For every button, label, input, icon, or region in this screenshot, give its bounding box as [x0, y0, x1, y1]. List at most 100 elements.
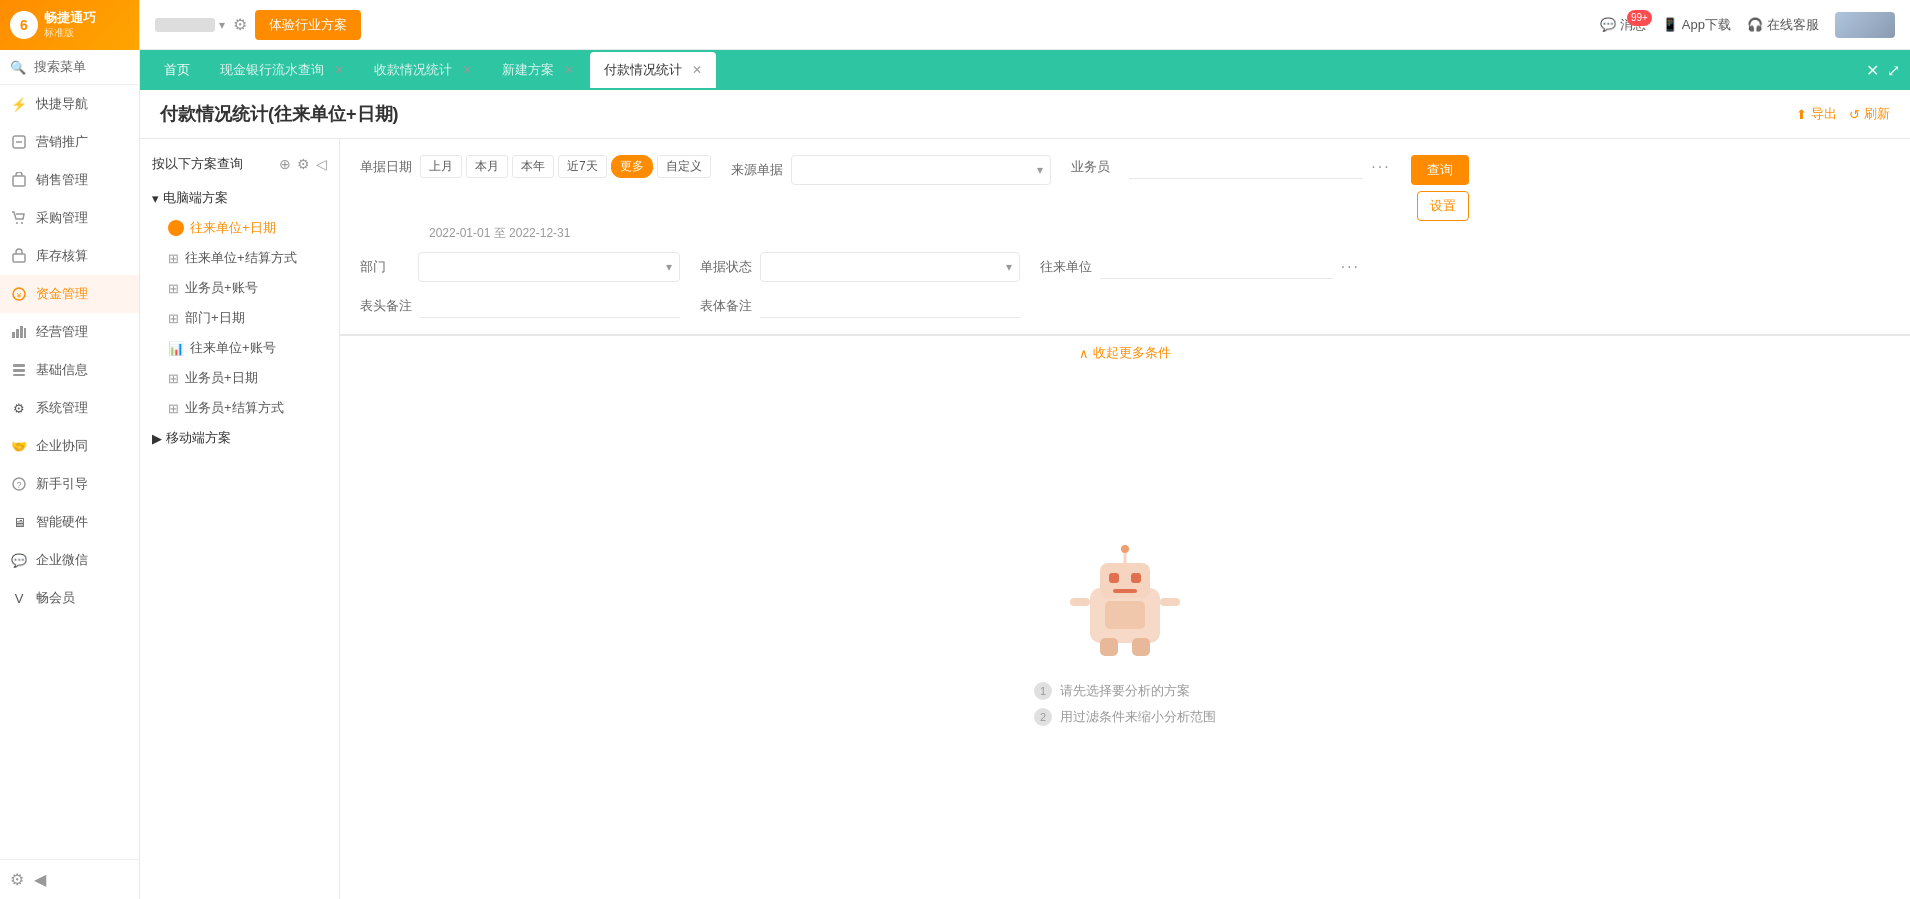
add-scheme-btn[interactable]: ⊕: [279, 156, 291, 172]
refresh-icon: ↺: [1849, 107, 1860, 122]
empty-tip-2: 2 用过滤条件来缩小分析范围: [1034, 708, 1216, 726]
empty-tip-1: 1 请先选择要分析的方案: [1034, 682, 1216, 700]
expand-icon: ▶: [152, 431, 162, 446]
sidebar-nav-label: 新手引导: [36, 475, 88, 493]
topbar: ▾ ⚙ 体验行业方案 💬 消息 99+ 📱 App下载 🎧 在线客服: [140, 0, 1910, 50]
collapse-bar[interactable]: ∧ 收起更多条件: [340, 335, 1910, 370]
date-btn-this-month[interactable]: 本月: [466, 155, 508, 178]
tab-income-stat-close[interactable]: ✕: [462, 63, 472, 77]
sidebar-item-hardware[interactable]: 🖥 智能硬件: [0, 503, 139, 541]
scheme-item-label: 往来单位+账号: [190, 339, 276, 357]
scheme-item-unit-settle[interactable]: ⊞ 往来单位+结算方式: [140, 243, 339, 273]
tab-home[interactable]: 首页: [150, 52, 204, 88]
sidebar-nav-label: 畅会员: [36, 589, 75, 607]
refresh-btn[interactable]: ↺ 刷新: [1849, 105, 1890, 123]
sidebar-item-purchase[interactable]: 采购管理: [0, 199, 139, 237]
trial-btn[interactable]: 体验行业方案: [255, 10, 361, 40]
tab-new-scheme-close[interactable]: ✕: [564, 63, 574, 77]
topbar-settings-btn[interactable]: ⚙: [233, 15, 247, 34]
date-btn-last-month[interactable]: 上月: [420, 155, 462, 178]
svg-rect-25: [1100, 638, 1118, 656]
scheme-settings-btn[interactable]: ⚙: [297, 156, 310, 172]
sidebar-item-finance[interactable]: ¥ 资金管理: [0, 275, 139, 313]
message-btn[interactable]: 💬 消息 99+: [1600, 16, 1646, 34]
dept-select[interactable]: [418, 252, 680, 282]
sidebar-nav-label: 企业微信: [36, 551, 88, 569]
related-unit-input[interactable]: [1100, 255, 1333, 279]
sidebar-nav-label: 库存核算: [36, 247, 88, 265]
tab-payment-stat[interactable]: 付款情况统计 ✕: [590, 52, 716, 88]
source-bill-label: 来源单据: [731, 161, 783, 179]
bill-status-select[interactable]: [760, 252, 1020, 282]
source-bill-select[interactable]: [791, 155, 1051, 185]
user-avatar[interactable]: [1835, 12, 1895, 38]
fullscreen-btn[interactable]: ⤢: [1887, 61, 1900, 80]
member-icon: V: [10, 589, 28, 607]
scheme-item-unit-account[interactable]: 📊 往来单位+账号: [140, 333, 339, 363]
date-btn-this-year[interactable]: 本年: [512, 155, 554, 178]
collapse-panel-btn[interactable]: ◁: [316, 156, 327, 172]
table-body-note-input[interactable]: [760, 294, 1020, 318]
sidebar-item-guide[interactable]: ? 新手引导: [0, 465, 139, 503]
sidebar-item-quick-nav[interactable]: ⚡ 快捷导航: [0, 85, 139, 123]
date-btn-7days[interactable]: 近7天: [558, 155, 607, 178]
svg-rect-24: [1160, 598, 1180, 606]
tab-bank-flow-close[interactable]: ✕: [334, 63, 344, 77]
table-header-note-input[interactable]: [420, 294, 680, 318]
sidebar-item-member[interactable]: V 畅会员: [0, 579, 139, 617]
date-btn-more[interactable]: 更多: [611, 155, 653, 178]
sidebar-item-wechat[interactable]: 💬 企业微信: [0, 541, 139, 579]
scheme-item-staff-account[interactable]: ⊞ 业务员+账号: [140, 273, 339, 303]
date-btn-custom[interactable]: 自定义: [657, 155, 711, 178]
export-btn[interactable]: ⬆ 导出: [1796, 105, 1837, 123]
export-icon: ⬆: [1796, 107, 1807, 122]
sidebar-nav-label: 快捷导航: [36, 95, 88, 113]
sidebar-collapse-btn[interactable]: ◀: [34, 870, 46, 889]
empty-area: 1 请先选择要分析的方案 2 用过滤条件来缩小分析范围: [340, 370, 1910, 899]
sidebar-item-marketing[interactable]: 营销推广: [0, 123, 139, 161]
desktop-scheme-group-title[interactable]: ▾ 电脑端方案: [140, 183, 339, 213]
app-download-btn[interactable]: 📱 App下载: [1662, 16, 1731, 34]
tab-bank-flow[interactable]: 现金银行流水查询 ✕: [206, 52, 358, 88]
collapse-icon: ▾: [152, 191, 159, 206]
mobile-scheme-group-title[interactable]: ▶ 移动端方案: [140, 423, 339, 453]
sidebar-search[interactable]: 🔍 搜索菜单: [0, 50, 139, 85]
scheme-item-dept-date[interactable]: ⊞ 部门+日期: [140, 303, 339, 333]
sidebar-logo-area: 畅捷通巧 标准版: [44, 10, 96, 40]
sidebar-nav-label: 智能硬件: [36, 513, 88, 531]
related-unit-dots-btn[interactable]: ···: [1341, 258, 1360, 276]
staff-dots-btn[interactable]: ···: [1371, 158, 1390, 176]
sidebar-item-system[interactable]: ⚙ 系统管理: [0, 389, 139, 427]
sidebar-item-enterprise[interactable]: 🤝 企业协同: [0, 427, 139, 465]
sidebar-item-operation[interactable]: 经营管理: [0, 313, 139, 351]
tab-new-scheme[interactable]: 新建方案 ✕: [488, 52, 588, 88]
close-all-tabs-btn[interactable]: ✕: [1866, 61, 1879, 80]
filter-area: 单据日期 上月 本月 本年 近7天 更多 自定义: [340, 139, 1910, 335]
base-icon: [10, 361, 28, 379]
sidebar-item-sales[interactable]: 销售管理: [0, 161, 139, 199]
message-badge: 99+: [1627, 10, 1652, 26]
enterprise-icon: 🤝: [10, 437, 28, 455]
svg-rect-21: [1131, 573, 1141, 583]
scheme-item-staff-date[interactable]: ⊞ 业务员+日期: [140, 363, 339, 393]
svg-point-4: [21, 222, 23, 224]
tab-payment-stat-close[interactable]: ✕: [692, 63, 702, 77]
settings-display-btn[interactable]: 设置: [1417, 191, 1469, 221]
scheme-chart-icon: 📊: [168, 341, 184, 356]
sidebar-item-base[interactable]: 基础信息: [0, 351, 139, 389]
staff-input[interactable]: [1129, 155, 1364, 179]
mobile-scheme-group: ▶ 移动端方案: [140, 423, 339, 453]
dropdown-icon[interactable]: ▾: [219, 18, 225, 32]
svg-rect-20: [1109, 573, 1119, 583]
tab-income-stat[interactable]: 收款情况统计 ✕: [360, 52, 486, 88]
sidebar-settings-btn[interactable]: ⚙: [10, 870, 24, 889]
page-header-actions: ⬆ 导出 ↺ 刷新: [1796, 105, 1890, 123]
scheme-item-unit-date[interactable]: 往来单位+日期: [140, 213, 339, 243]
scheme-item-staff-settle[interactable]: ⊞ 业务员+结算方式: [140, 393, 339, 423]
query-btn[interactable]: 查询: [1411, 155, 1469, 185]
bill-status-label: 单据状态: [700, 258, 752, 276]
topbar-user: ▾: [155, 18, 225, 32]
search-icon: 🔍: [10, 60, 26, 75]
sidebar-item-inventory[interactable]: 库存核算: [0, 237, 139, 275]
service-btn[interactable]: 🎧 在线客服: [1747, 16, 1819, 34]
